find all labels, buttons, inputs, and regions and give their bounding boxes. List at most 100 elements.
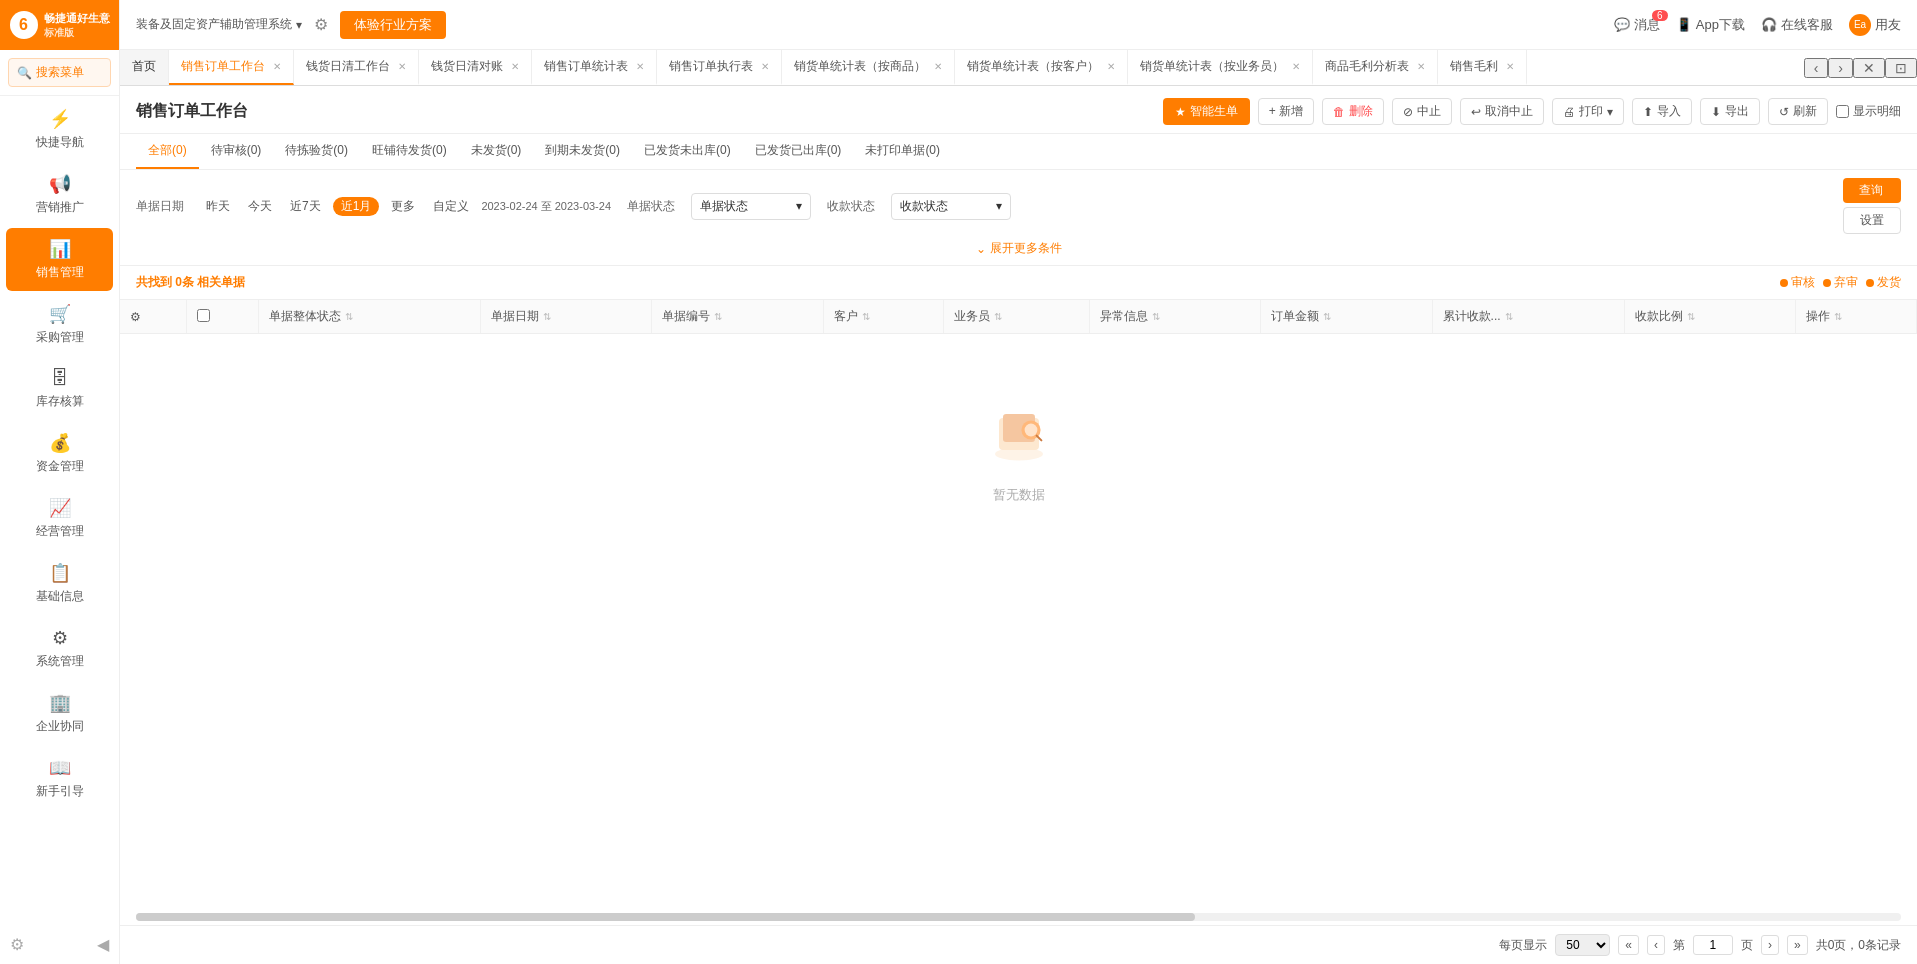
sidebar-item-quick-nav[interactable]: ⚡快捷导航 bbox=[6, 98, 113, 161]
tab-sales-summary-product[interactable]: 销货单统计表（按商品）✕ bbox=[782, 50, 955, 85]
tab-close-sales-exec[interactable]: ✕ bbox=[761, 61, 769, 72]
sort-icon-operation[interactable]: ⇅ bbox=[1834, 311, 1842, 322]
subtab-shipped-outstock[interactable]: 已发货已出库(0) bbox=[743, 134, 854, 169]
import-button[interactable]: ⬆ 导入 bbox=[1632, 98, 1692, 125]
tab-close-gross-profit[interactable]: ✕ bbox=[1417, 61, 1425, 72]
show-detail-checkbox[interactable]: 显示明细 bbox=[1836, 103, 1901, 120]
tab-close-sales-summary-product[interactable]: ✕ bbox=[934, 61, 942, 72]
sidebar-item-system[interactable]: ⚙系统管理 bbox=[6, 617, 113, 680]
export-button[interactable]: ⬇ 导出 bbox=[1700, 98, 1760, 125]
settings-filter-button[interactable]: 设置 bbox=[1843, 207, 1901, 234]
expand-conditions-button[interactable]: ⌄ 展开更多条件 bbox=[976, 240, 1062, 257]
sidebar-item-purchase[interactable]: 🛒采购管理 bbox=[6, 293, 113, 356]
show-detail-input[interactable] bbox=[1836, 105, 1849, 118]
suspend-button[interactable]: ⊘ 中止 bbox=[1392, 98, 1452, 125]
sidebar-item-inventory[interactable]: 🗄库存核算 bbox=[6, 358, 113, 420]
tab-cash-daily[interactable]: 钱货日清工作台✕ bbox=[294, 50, 419, 85]
settings-icon[interactable]: ⚙ bbox=[10, 935, 24, 954]
col-header-checkbox[interactable] bbox=[187, 300, 259, 334]
tab-home[interactable]: 首页 bbox=[120, 50, 169, 85]
tab-sales-stats[interactable]: 销售订单统计表✕ bbox=[532, 50, 657, 85]
tab-close-sales-summary-staff[interactable]: ✕ bbox=[1292, 61, 1300, 72]
sidebar-item-basic[interactable]: 📋基础信息 bbox=[6, 552, 113, 615]
sidebar-item-marketing[interactable]: 📢营销推广 bbox=[6, 163, 113, 226]
add-button[interactable]: + 新增 bbox=[1258, 98, 1314, 125]
subtab-pending-inspect[interactable]: 待拣验货(0) bbox=[273, 134, 360, 169]
sidebar-item-sales[interactable]: 📊销售管理 bbox=[6, 228, 113, 291]
sidebar-item-operations[interactable]: 📈经营管理 bbox=[6, 487, 113, 550]
subtab-not-shipped[interactable]: 未发货(0) bbox=[459, 134, 534, 169]
system-title-dropdown[interactable]: 装备及固定资产辅助管理系统 ▾ bbox=[136, 16, 302, 33]
tab-scroll-right[interactable]: › bbox=[1828, 58, 1853, 78]
tab-sales-more[interactable]: 销售毛利✕ bbox=[1438, 50, 1527, 85]
tab-close-sales-workbench[interactable]: ✕ bbox=[273, 61, 281, 72]
scroll-thumb[interactable] bbox=[136, 913, 1195, 921]
sidebar-item-guide[interactable]: 📖新手引导 bbox=[6, 747, 113, 810]
tab-close-sales-stats[interactable]: ✕ bbox=[636, 61, 644, 72]
date-option-近1月[interactable]: 近1月 bbox=[333, 197, 380, 216]
smart-generate-button[interactable]: ★ 智能生单 bbox=[1163, 98, 1250, 125]
first-page-btn[interactable]: « bbox=[1618, 935, 1639, 955]
tab-cash-reconcile[interactable]: 钱货日清对账✕ bbox=[419, 50, 532, 85]
industry-btn[interactable]: 体验行业方案 bbox=[340, 11, 446, 39]
col-header-settings[interactable]: ⚙ bbox=[120, 300, 187, 334]
collapse-icon[interactable]: ◀ bbox=[97, 935, 109, 954]
subtab-pending-review[interactable]: 待审核(0) bbox=[199, 134, 274, 169]
tab-scroll-left[interactable]: ‹ bbox=[1804, 58, 1829, 78]
sort-icon-number[interactable]: ⇅ bbox=[714, 311, 722, 322]
ship-action-btn[interactable]: 发货 bbox=[1866, 274, 1901, 291]
sort-icon-abnormal[interactable]: ⇅ bbox=[1152, 311, 1160, 322]
tab-close-sales-summary-customer[interactable]: ✕ bbox=[1107, 61, 1115, 72]
subtab-shipped-not-outstock[interactable]: 已发货未出库(0) bbox=[632, 134, 743, 169]
subtab-wangpu-pending[interactable]: 旺铺待发货(0) bbox=[360, 134, 459, 169]
refresh-button[interactable]: ↺ 刷新 bbox=[1768, 98, 1828, 125]
next-page-btn[interactable]: › bbox=[1761, 935, 1779, 955]
tab-close-sales-more[interactable]: ✕ bbox=[1506, 61, 1514, 72]
prev-page-btn[interactable]: ‹ bbox=[1647, 935, 1665, 955]
subtab-all[interactable]: 全部(0) bbox=[136, 134, 199, 169]
app-download-item[interactable]: 📱 App下载 bbox=[1676, 16, 1745, 34]
horizontal-scrollbar[interactable] bbox=[136, 913, 1901, 921]
payment-select[interactable]: 收款状态 ▾ bbox=[891, 193, 1011, 220]
sort-icon-status[interactable]: ⇅ bbox=[345, 311, 353, 322]
sort-icon-staff[interactable]: ⇅ bbox=[994, 311, 1002, 322]
last-page-btn[interactable]: » bbox=[1787, 935, 1808, 955]
select-all-checkbox[interactable] bbox=[197, 309, 210, 322]
tab-maximize[interactable]: ⊡ bbox=[1885, 58, 1917, 78]
date-option-自定义[interactable]: 自定义 bbox=[427, 196, 475, 217]
date-option-昨天[interactable]: 昨天 bbox=[200, 196, 236, 217]
tab-close-cash-reconcile[interactable]: ✕ bbox=[511, 61, 519, 72]
review-action-btn[interactable]: 审核 bbox=[1780, 274, 1815, 291]
cancel-suspend-button[interactable]: ↩ 取消中止 bbox=[1460, 98, 1544, 125]
search-menu-button[interactable]: 🔍 搜索菜单 bbox=[8, 58, 111, 87]
tab-sales-summary-staff[interactable]: 销货单统计表（按业务员）✕ bbox=[1128, 50, 1313, 85]
sidebar-item-finance[interactable]: 💰资金管理 bbox=[6, 422, 113, 485]
query-button[interactable]: 查询 bbox=[1843, 178, 1901, 203]
sidebar-item-enterprise[interactable]: 🏢企业协同 bbox=[6, 682, 113, 745]
tab-close-current[interactable]: ✕ bbox=[1853, 58, 1885, 78]
sort-icon-customer[interactable]: ⇅ bbox=[862, 311, 870, 322]
tab-close-cash-daily[interactable]: ✕ bbox=[398, 61, 406, 72]
status-select[interactable]: 单据状态 ▾ bbox=[691, 193, 811, 220]
tab-gross-profit[interactable]: 商品毛利分析表✕ bbox=[1313, 50, 1438, 85]
page-input[interactable] bbox=[1693, 935, 1733, 955]
user-item[interactable]: Ea 用友 bbox=[1849, 14, 1901, 36]
tab-sales-workbench[interactable]: 销售订单工作台✕ bbox=[169, 50, 294, 85]
sort-icon-collected[interactable]: ⇅ bbox=[1505, 311, 1513, 322]
notification-item[interactable]: 💬 消息 6 bbox=[1614, 16, 1660, 34]
sort-icon-ratio[interactable]: ⇅ bbox=[1687, 311, 1695, 322]
delete-button[interactable]: 🗑 删除 bbox=[1322, 98, 1384, 125]
tab-sales-summary-customer[interactable]: 销货单统计表（按客户）✕ bbox=[955, 50, 1128, 85]
date-option-近7天[interactable]: 近7天 bbox=[284, 196, 327, 217]
sort-icon-amount[interactable]: ⇅ bbox=[1323, 311, 1331, 322]
online-service-item[interactable]: 🎧 在线客服 bbox=[1761, 16, 1833, 34]
print-button[interactable]: 🖨 打印 ▾ bbox=[1552, 98, 1624, 125]
subtab-expired-not-shipped[interactable]: 到期未发货(0) bbox=[533, 134, 632, 169]
subtab-not-printed[interactable]: 未打印单据(0) bbox=[853, 134, 952, 169]
column-settings-icon[interactable]: ⚙ bbox=[130, 310, 141, 324]
sort-icon-date[interactable]: ⇅ bbox=[543, 311, 551, 322]
settings-gear-icon[interactable]: ⚙ bbox=[314, 15, 328, 34]
tab-sales-exec[interactable]: 销售订单执行表✕ bbox=[657, 50, 782, 85]
date-option-今天[interactable]: 今天 bbox=[242, 196, 278, 217]
cancel-review-action-btn[interactable]: 弃审 bbox=[1823, 274, 1858, 291]
